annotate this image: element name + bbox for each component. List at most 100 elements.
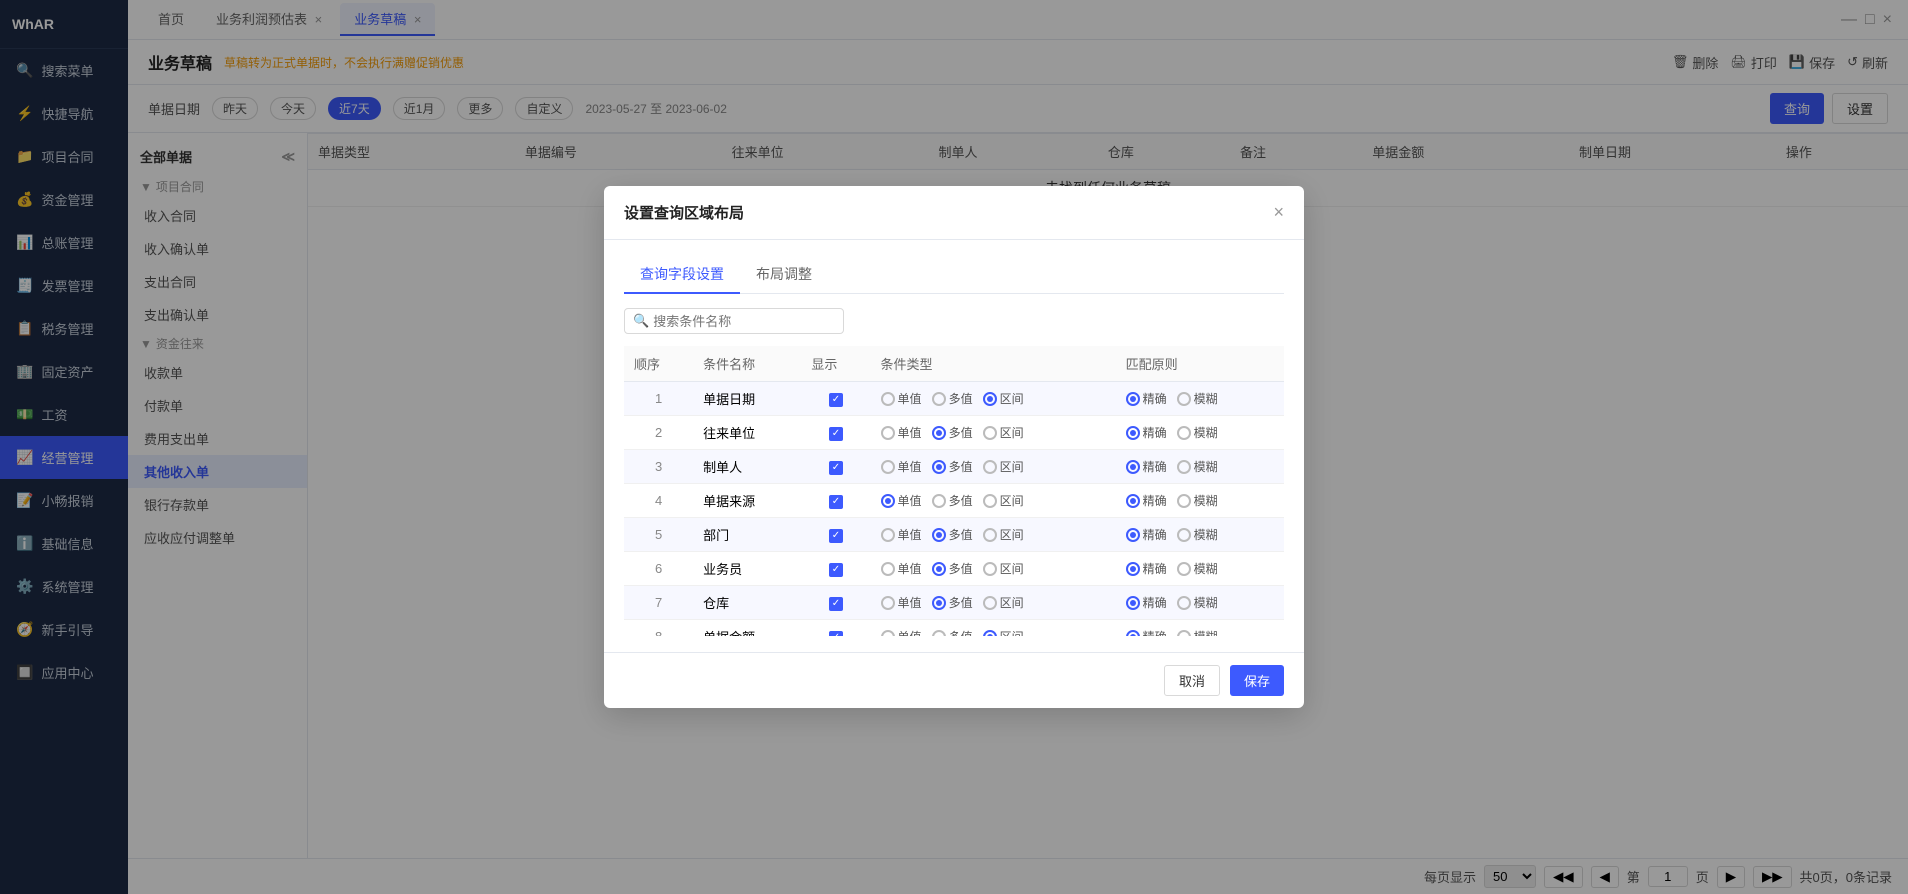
modal-tabs: 查询字段设置 布局调整: [624, 256, 1284, 294]
radio-exact[interactable]: [1126, 426, 1140, 440]
radio-single[interactable]: [881, 392, 895, 406]
row-display[interactable]: ✓: [801, 450, 870, 484]
row-order: 4: [624, 484, 693, 518]
radio-single[interactable]: [881, 596, 895, 610]
radio-exact[interactable]: [1126, 460, 1140, 474]
row-match: 精确 模糊: [1116, 382, 1284, 416]
radio-range[interactable]: [983, 562, 997, 576]
radio-range[interactable]: [983, 426, 997, 440]
radio-exact[interactable]: [1126, 596, 1140, 610]
row-name: 仓库: [693, 586, 801, 620]
row-name: 往来单位: [693, 416, 801, 450]
modal-tab-layout[interactable]: 布局调整: [740, 256, 828, 294]
col-cname: 条件名称: [693, 346, 801, 382]
radio-range[interactable]: [983, 460, 997, 474]
row-type: 单值 多值 区间: [871, 518, 1116, 552]
col-order: 顺序: [624, 346, 693, 382]
checkbox-checked[interactable]: ✓: [829, 495, 843, 509]
row-name: 部门: [693, 518, 801, 552]
settings-table: 顺序 条件名称 显示 条件类型 匹配原则 1单据日期✓ 单值 多值: [624, 346, 1284, 636]
row-match: 精确 模糊: [1116, 586, 1284, 620]
radio-multi[interactable]: [932, 596, 946, 610]
radio-single[interactable]: [881, 460, 895, 474]
checkbox-checked[interactable]: ✓: [829, 597, 843, 611]
row-order: 5: [624, 518, 693, 552]
radio-exact[interactable]: [1126, 494, 1140, 508]
checkbox-checked[interactable]: ✓: [829, 427, 843, 441]
radio-exact[interactable]: [1126, 392, 1140, 406]
modal-overlay: 设置查询区域布局 × 查询字段设置 布局调整 🔍: [0, 0, 1908, 894]
radio-fuzzy[interactable]: [1177, 562, 1191, 576]
radio-exact[interactable]: [1126, 630, 1140, 637]
settings-scroll[interactable]: 顺序 条件名称 显示 条件类型 匹配原则 1单据日期✓ 单值 多值: [624, 346, 1284, 636]
cancel-button[interactable]: 取消: [1164, 665, 1220, 696]
row-display[interactable]: ✓: [801, 586, 870, 620]
modal-header: 设置查询区域布局 ×: [604, 186, 1304, 240]
radio-range[interactable]: [983, 596, 997, 610]
row-type: 单值 多值 区间: [871, 450, 1116, 484]
radio-fuzzy[interactable]: [1177, 596, 1191, 610]
col-match-h: 匹配原则: [1116, 346, 1284, 382]
radio-multi[interactable]: [932, 630, 946, 637]
row-display[interactable]: ✓: [801, 382, 870, 416]
radio-single[interactable]: [881, 426, 895, 440]
row-display[interactable]: ✓: [801, 620, 870, 637]
checkbox-checked[interactable]: ✓: [829, 529, 843, 543]
modal-save-button[interactable]: 保存: [1230, 665, 1284, 696]
modal-close-button[interactable]: ×: [1273, 202, 1284, 223]
row-name: 单据来源: [693, 484, 801, 518]
modal-body: 查询字段设置 布局调整 🔍 顺序 条件名称 显示: [604, 240, 1304, 652]
row-name: 单据日期: [693, 382, 801, 416]
row-display[interactable]: ✓: [801, 416, 870, 450]
row-match: 精确 模糊: [1116, 416, 1284, 450]
row-display[interactable]: ✓: [801, 484, 870, 518]
radio-single[interactable]: [881, 528, 895, 542]
radio-range[interactable]: [983, 528, 997, 542]
radio-range[interactable]: [983, 494, 997, 508]
radio-multi[interactable]: [932, 562, 946, 576]
row-display[interactable]: ✓: [801, 552, 870, 586]
row-match: 精确 模糊: [1116, 450, 1284, 484]
modal-search-input[interactable]: [653, 314, 835, 329]
search-icon: 🔍: [633, 313, 649, 329]
row-order: 7: [624, 586, 693, 620]
row-order: 3: [624, 450, 693, 484]
radio-multi[interactable]: [932, 528, 946, 542]
radio-fuzzy[interactable]: [1177, 494, 1191, 508]
radio-multi[interactable]: [932, 392, 946, 406]
col-display: 显示: [801, 346, 870, 382]
row-type: 单值 多值 区间: [871, 552, 1116, 586]
row-type: 单值 多值 区间: [871, 484, 1116, 518]
checkbox-checked[interactable]: ✓: [829, 461, 843, 475]
row-type: 单值 多值 区间: [871, 416, 1116, 450]
row-display[interactable]: ✓: [801, 518, 870, 552]
radio-fuzzy[interactable]: [1177, 630, 1191, 637]
row-match: 精确 模糊: [1116, 552, 1284, 586]
row-type: 单值 多值 区间: [871, 586, 1116, 620]
radio-multi[interactable]: [932, 426, 946, 440]
modal-tab-fields[interactable]: 查询字段设置: [624, 256, 740, 294]
checkbox-checked[interactable]: ✓: [829, 563, 843, 577]
modal-search-box: 🔍: [624, 308, 844, 334]
radio-range[interactable]: [983, 392, 997, 406]
row-name: 单据金额: [693, 620, 801, 637]
row-order: 6: [624, 552, 693, 586]
radio-fuzzy[interactable]: [1177, 392, 1191, 406]
radio-multi[interactable]: [932, 494, 946, 508]
radio-single[interactable]: [881, 494, 895, 508]
radio-range[interactable]: [983, 630, 997, 637]
radio-single[interactable]: [881, 562, 895, 576]
radio-single[interactable]: [881, 630, 895, 637]
row-name: 业务员: [693, 552, 801, 586]
radio-exact[interactable]: [1126, 528, 1140, 542]
radio-fuzzy[interactable]: [1177, 528, 1191, 542]
checkbox-checked[interactable]: ✓: [829, 393, 843, 407]
row-type: 单值 多值 区间: [871, 620, 1116, 637]
radio-multi[interactable]: [932, 460, 946, 474]
radio-exact[interactable]: [1126, 562, 1140, 576]
checkbox-checked[interactable]: ✓: [829, 631, 843, 636]
radio-fuzzy[interactable]: [1177, 426, 1191, 440]
row-match: 精确 模糊: [1116, 484, 1284, 518]
row-order: 2: [624, 416, 693, 450]
radio-fuzzy[interactable]: [1177, 460, 1191, 474]
